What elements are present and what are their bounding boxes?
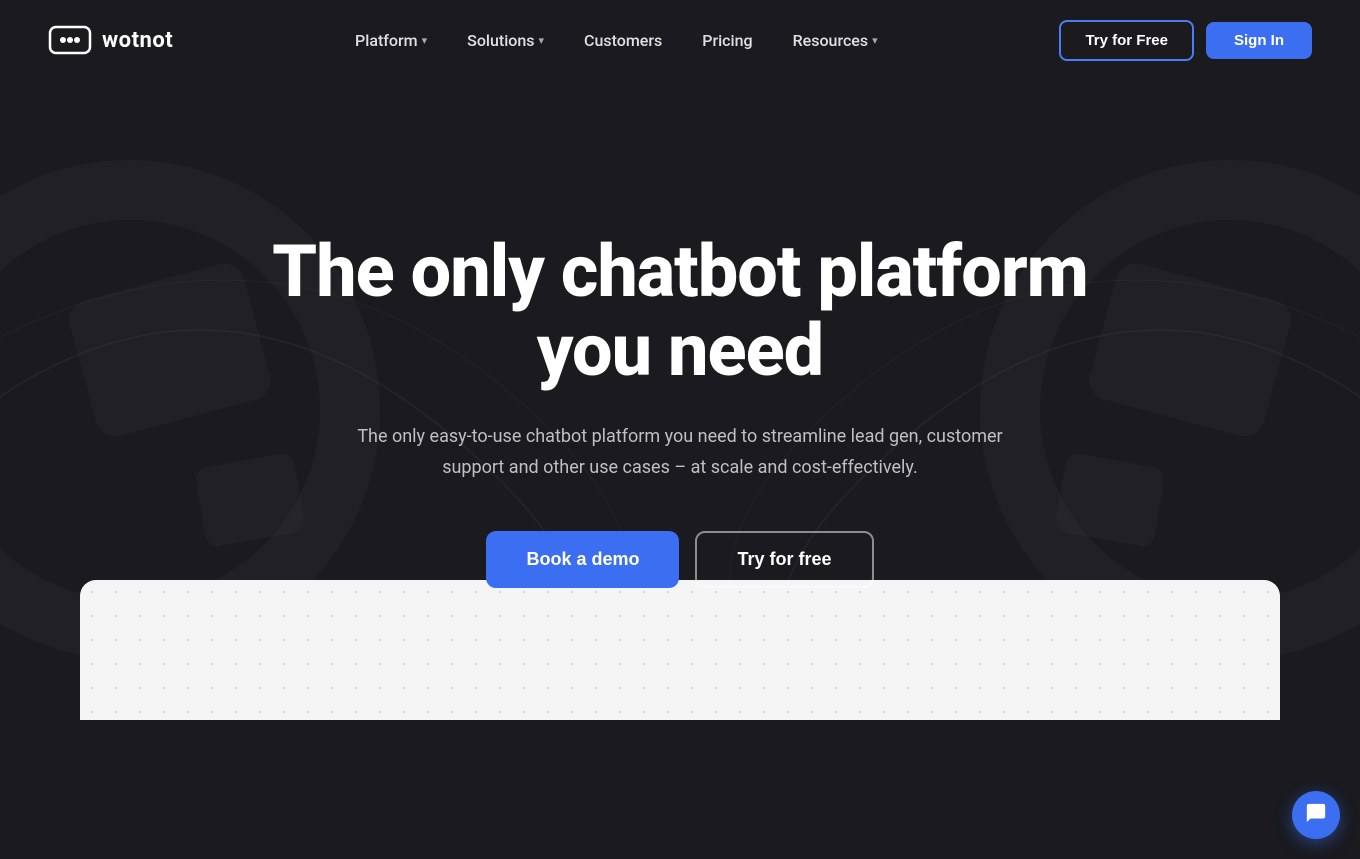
try-free-hero-button[interactable]: Try for free: [695, 531, 873, 588]
try-free-button[interactable]: Try for Free: [1059, 20, 1194, 61]
nav-item-solutions[interactable]: Solutions ▾: [451, 23, 560, 58]
nav-actions: Try for Free Sign In: [1059, 20, 1312, 61]
chevron-down-icon: ▾: [539, 34, 545, 47]
sign-in-button[interactable]: Sign In: [1206, 22, 1312, 59]
chevron-down-icon: ▾: [422, 34, 428, 47]
hero-section: The only chatbot platform you need The o…: [0, 80, 1360, 720]
chat-bubble-icon: [1305, 802, 1327, 829]
hero-title: The only chatbot platform you need: [272, 232, 1088, 390]
hero-subtitle: The only easy-to-use chatbot platform yo…: [340, 422, 1020, 483]
chevron-down-icon: ▾: [872, 34, 878, 47]
nav-item-platform[interactable]: Platform ▾: [339, 23, 443, 58]
logo-text: wotnot: [102, 28, 173, 53]
book-demo-button[interactable]: Book a demo: [486, 531, 679, 588]
wotnot-logo-icon: [48, 25, 92, 55]
nav-item-resources[interactable]: Resources ▾: [777, 23, 894, 58]
nav-item-customers[interactable]: Customers: [568, 23, 678, 58]
logo[interactable]: wotnot: [48, 25, 173, 55]
bg-shape-top-right: [1085, 259, 1295, 441]
bg-shape-top-left: [65, 259, 275, 441]
navbar: wotnot Platform ▾ Solutions ▾ Customers …: [0, 0, 1360, 80]
chat-widget-button[interactable]: [1292, 791, 1340, 839]
nav-item-pricing[interactable]: Pricing: [686, 23, 768, 58]
hero-cta-buttons: Book a demo Try for free: [272, 531, 1088, 588]
bottom-preview-card: [80, 580, 1280, 720]
hero-content: The only chatbot platform you need The o…: [272, 232, 1088, 589]
nav-links: Platform ▾ Solutions ▾ Customers Pricing…: [339, 23, 894, 58]
